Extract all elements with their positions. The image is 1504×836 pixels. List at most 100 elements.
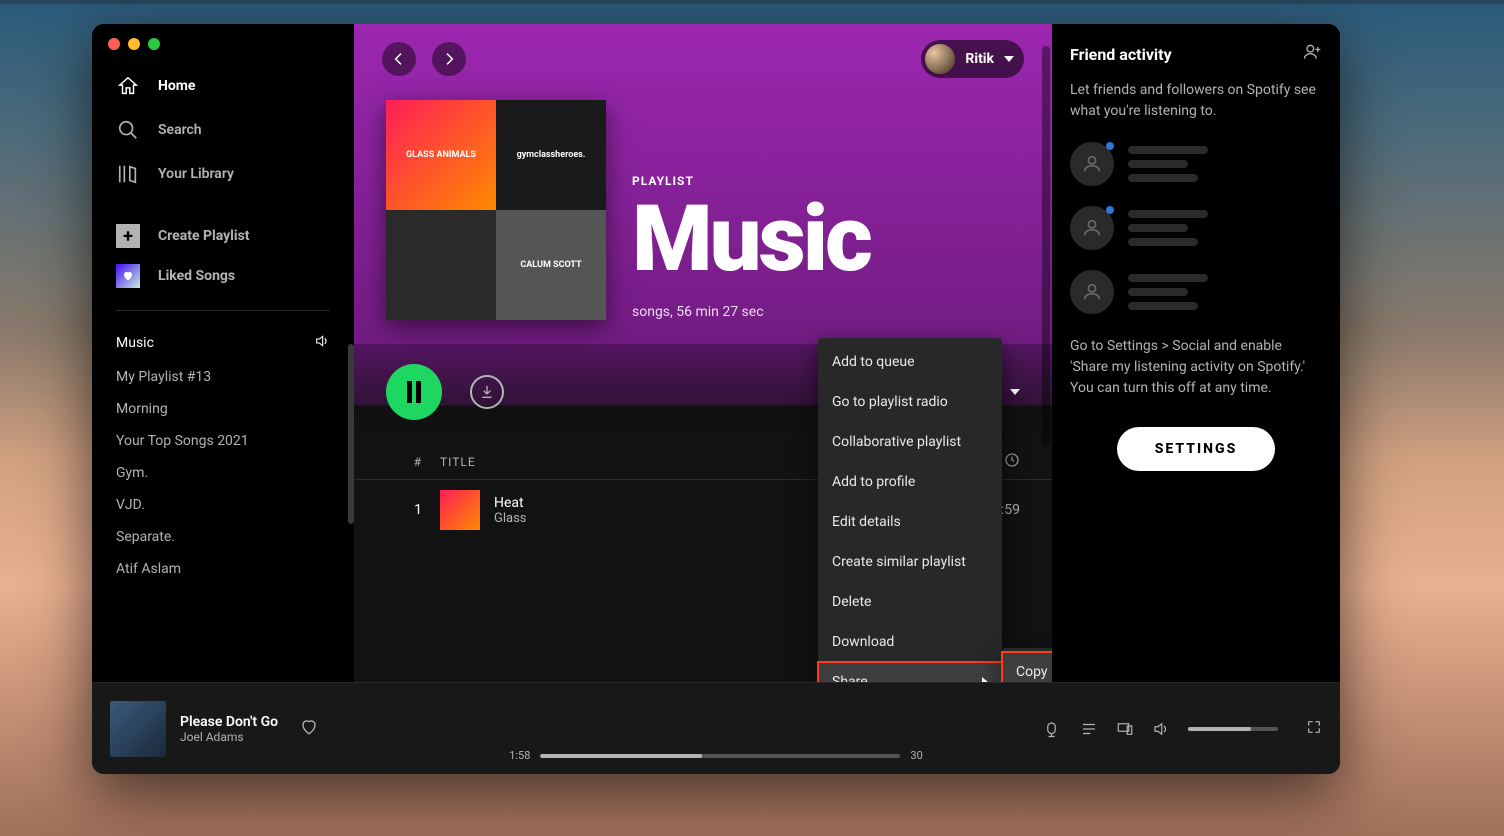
volume-button[interactable] xyxy=(1152,720,1170,738)
window-controls xyxy=(92,24,354,60)
playlist-item[interactable]: My Playlist #13 xyxy=(100,361,346,393)
playlist-context-menu: Add to queue Go to playlist radio Collab… xyxy=(818,338,1002,682)
playlist-item[interactable]: Morning xyxy=(100,393,346,425)
playlist-item[interactable]: Atif Aslam xyxy=(100,553,346,585)
total-time: 30 xyxy=(910,749,922,762)
now-playing-bar: Please Don't Go Joel Adams 1:58 30 xyxy=(92,682,1340,774)
track-title: Heat xyxy=(494,495,527,511)
forward-button[interactable] xyxy=(432,42,466,76)
avatar-placeholder-icon xyxy=(1070,270,1114,314)
sidebar-divider xyxy=(116,310,330,311)
chevron-down-icon xyxy=(1010,389,1020,395)
cover-quadrant: GLASS ANIMALS xyxy=(386,100,496,210)
ctx-collaborative[interactable]: Collaborative playlist xyxy=(818,422,1002,462)
playlist-item-label: Music xyxy=(116,335,154,351)
playlist-item-label: Morning xyxy=(116,401,168,417)
download-button[interactable] xyxy=(470,375,504,409)
play-pause-button[interactable] xyxy=(386,364,442,420)
queue-button[interactable] xyxy=(1080,720,1098,738)
main-content: Ritik GLASS ANIMALS gymclassheroes. CALU… xyxy=(354,24,1052,682)
search-icon xyxy=(116,118,140,142)
ctx-share[interactable]: Share xyxy=(818,662,1002,682)
pause-icon xyxy=(407,381,421,403)
close-window-button[interactable] xyxy=(108,38,120,50)
nav-search-label: Search xyxy=(158,122,202,138)
plus-icon: + xyxy=(116,224,140,248)
library-icon xyxy=(116,162,140,186)
heart-icon xyxy=(116,264,140,288)
ctx-playlist-radio[interactable]: Go to playlist radio xyxy=(818,382,1002,422)
avatar-placeholder-icon xyxy=(1070,206,1114,250)
playlist-stats: songs, 56 min 27 sec xyxy=(632,304,870,320)
add-friend-button[interactable] xyxy=(1302,42,1322,66)
col-title: TITLE xyxy=(440,455,707,469)
progress-bar[interactable] xyxy=(540,754,900,758)
playlist-item[interactable]: Gym. xyxy=(100,457,346,489)
ctx-delete[interactable]: Delete xyxy=(818,582,1002,622)
elapsed-time: 1:58 xyxy=(509,749,530,762)
ctx-copy-link[interactable]: Copy link to playlist xyxy=(1002,652,1052,682)
friend-placeholder xyxy=(1070,270,1322,314)
user-name-label: Ritik xyxy=(965,51,994,67)
friend-activity-help: Go to Settings > Social and enable 'Shar… xyxy=(1070,336,1322,399)
back-button[interactable] xyxy=(382,42,416,76)
fullscreen-button[interactable] xyxy=(1306,719,1322,739)
ctx-add-to-queue[interactable]: Add to queue xyxy=(818,342,1002,382)
now-playing-artist[interactable]: Joel Adams xyxy=(180,730,278,744)
track-art xyxy=(440,490,480,530)
playlist-item-label: Gym. xyxy=(116,465,148,481)
ctx-edit-details[interactable]: Edit details xyxy=(818,502,1002,542)
nav-search[interactable]: Search xyxy=(100,108,346,152)
ctx-create-similar[interactable]: Create similar playlist xyxy=(818,542,1002,582)
devices-button[interactable] xyxy=(1116,720,1134,738)
volume-slider[interactable] xyxy=(1188,727,1278,731)
track-artist: Glass xyxy=(494,511,527,526)
settings-button[interactable]: SETTINGS xyxy=(1117,427,1276,471)
chevron-right-icon xyxy=(982,677,988,682)
nav-library-label: Your Library xyxy=(158,166,234,182)
cover-quadrant: CALUM SCOTT xyxy=(496,210,606,320)
ctx-add-profile[interactable]: Add to profile xyxy=(818,462,1002,502)
avatar-placeholder-icon xyxy=(1070,142,1114,186)
speaker-icon xyxy=(314,333,330,353)
nav-home-label: Home xyxy=(158,78,195,94)
friend-activity-title: Friend activity xyxy=(1070,45,1172,64)
now-playing-title[interactable]: Please Don't Go xyxy=(180,714,278,730)
share-submenu: Copy link to playlist Embed playlist xyxy=(1002,648,1052,682)
friend-activity-panel: Friend activity Let friends and follower… xyxy=(1052,24,1340,682)
create-playlist-label: Create Playlist xyxy=(158,228,250,244)
cover-quadrant xyxy=(386,210,496,320)
playlist-item-label: Atif Aslam xyxy=(116,561,181,577)
now-playing-art[interactable] xyxy=(110,701,166,757)
liked-songs-button[interactable]: Liked Songs xyxy=(100,256,346,296)
col-number: # xyxy=(402,455,422,469)
playlist-item-label: Separate. xyxy=(116,529,175,545)
playlist-item[interactable]: Separate. xyxy=(100,521,346,553)
app-window: Home Search Your Library + xyxy=(92,24,1340,774)
chevron-down-icon xyxy=(1004,56,1014,62)
liked-songs-label: Liked Songs xyxy=(158,268,235,284)
playlist-title: Music xyxy=(632,194,870,286)
playlist-item-label: My Playlist #13 xyxy=(116,369,211,385)
friend-placeholder xyxy=(1070,142,1322,186)
lyrics-button[interactable] xyxy=(1044,720,1062,738)
playlist-item[interactable]: Music xyxy=(100,325,346,361)
playlist-item[interactable]: Your Top Songs 2021 xyxy=(100,425,346,457)
playlist-cover: GLASS ANIMALS gymclassheroes. CALUM SCOT… xyxy=(386,100,606,320)
friend-placeholder xyxy=(1070,206,1322,250)
playlist-item[interactable]: VJD. xyxy=(100,489,346,521)
user-menu-button[interactable]: Ritik xyxy=(921,40,1024,78)
nav-library[interactable]: Your Library xyxy=(100,152,346,196)
avatar xyxy=(925,44,955,74)
minimize-window-button[interactable] xyxy=(128,38,140,50)
nav-home[interactable]: Home xyxy=(100,64,346,108)
playlist-item-label: VJD. xyxy=(116,497,145,513)
cover-quadrant: gymclassheroes. xyxy=(496,100,606,210)
main-scrollbar[interactable] xyxy=(1042,46,1050,446)
like-track-button[interactable] xyxy=(300,718,318,740)
create-playlist-button[interactable]: + Create Playlist xyxy=(100,216,346,256)
ctx-download[interactable]: Download xyxy=(818,622,1002,662)
friend-activity-desc: Let friends and followers on Spotify see… xyxy=(1070,80,1322,122)
maximize-window-button[interactable] xyxy=(148,38,160,50)
sidebar: Home Search Your Library + xyxy=(92,24,354,682)
